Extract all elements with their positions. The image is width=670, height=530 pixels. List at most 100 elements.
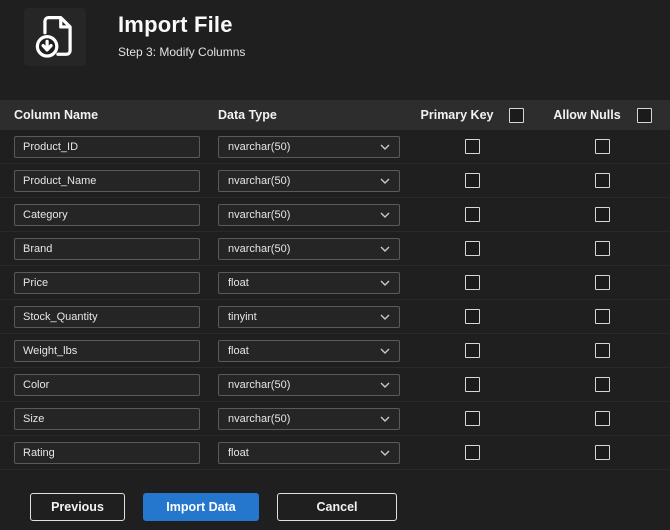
table-row: nvarchar(50) [0,232,670,266]
allow-nulls-checkbox[interactable] [595,343,610,358]
column-name-input[interactable] [14,237,200,260]
allow-nulls-header: Allow Nulls [535,107,670,123]
allow-nulls-checkbox[interactable] [595,207,610,222]
column-name-input[interactable] [14,203,200,226]
allow-nulls-select-all-checkbox[interactable] [636,107,652,123]
allow-nulls-checkbox[interactable] [595,445,610,460]
data-type-select[interactable]: float [218,441,400,464]
primary-key-cell [410,411,535,426]
data-type-selected-value: nvarchar(50) [228,378,291,391]
data-type-selected-value: nvarchar(50) [228,174,291,187]
chevron-down-icon [380,416,390,422]
data-type-cell: nvarchar(50) [205,407,410,430]
allow-nulls-checkbox[interactable] [595,241,610,256]
primary-key-checkbox[interactable] [465,139,480,154]
allow-nulls-cell [535,377,670,392]
chevron-down-icon [380,314,390,320]
data-type-cell: nvarchar(50) [205,135,410,158]
data-type-select[interactable]: float [218,339,400,362]
data-type-select[interactable]: nvarchar(50) [218,169,400,192]
page-header: Import File Step 3: Modify Columns [0,0,670,100]
allow-nulls-checkbox[interactable] [595,411,610,426]
column-name-input[interactable] [14,271,200,294]
data-type-selected-value: float [228,446,249,459]
column-name-input[interactable] [14,305,200,328]
allow-nulls-cell [535,139,670,154]
allow-nulls-checkbox[interactable] [595,309,610,324]
primary-key-checkbox[interactable] [465,275,480,290]
table-row: float [0,266,670,300]
import-file-icon [24,8,86,66]
chevron-down-icon [380,450,390,456]
primary-key-cell [410,343,535,358]
table-row: float [0,334,670,368]
data-type-cell: float [205,339,410,362]
column-name-input[interactable] [14,373,200,396]
primary-key-cell [410,275,535,290]
primary-key-checkbox[interactable] [465,241,480,256]
primary-key-header: Primary Key [410,107,535,123]
data-type-select[interactable]: nvarchar(50) [218,203,400,226]
data-type-select[interactable]: nvarchar(50) [218,407,400,430]
column-name-cell [0,373,205,396]
data-type-selected-value: tinyint [228,310,257,323]
data-type-select[interactable]: float [218,271,400,294]
column-name-input[interactable] [14,135,200,158]
data-type-select[interactable]: nvarchar(50) [218,237,400,260]
column-name-input[interactable] [14,339,200,362]
allow-nulls-checkbox[interactable] [595,173,610,188]
column-name-input[interactable] [14,441,200,464]
column-name-cell [0,237,205,260]
page-subtitle: Step 3: Modify Columns [118,45,246,59]
allow-nulls-checkbox[interactable] [595,139,610,154]
data-type-select[interactable]: nvarchar(50) [218,373,400,396]
chevron-down-icon [380,280,390,286]
title-block: Import File Step 3: Modify Columns [118,8,245,59]
column-name-cell [0,271,205,294]
data-type-selected-value: nvarchar(50) [228,140,291,153]
cancel-button[interactable]: Cancel [277,493,397,521]
allow-nulls-cell [535,445,670,460]
primary-key-checkbox[interactable] [465,377,480,392]
primary-key-checkbox[interactable] [465,411,480,426]
primary-key-cell [410,309,535,324]
primary-key-checkbox[interactable] [465,343,480,358]
primary-key-checkbox[interactable] [465,173,480,188]
table-row: float [0,436,670,470]
primary-key-cell [410,139,535,154]
data-type-cell: nvarchar(50) [205,237,410,260]
page-title: Import File [118,12,233,37]
column-name-input[interactable] [14,169,200,192]
data-type-selected-value: nvarchar(50) [228,208,291,221]
chevron-down-icon [380,178,390,184]
primary-key-checkbox[interactable] [465,207,480,222]
primary-key-checkbox[interactable] [465,309,480,324]
data-type-select[interactable]: tinyint [218,305,400,328]
allow-nulls-checkbox[interactable] [595,275,610,290]
import-data-button[interactable]: Import Data [143,493,259,521]
chevron-down-icon [380,382,390,388]
allow-nulls-cell [535,275,670,290]
primary-key-cell [410,445,535,460]
chevron-down-icon [380,144,390,150]
primary-key-select-all-checkbox[interactable] [509,107,525,123]
chevron-down-icon [380,246,390,252]
data-type-cell: nvarchar(50) [205,373,410,396]
footer-actions: Previous Import Data Cancel [0,493,670,521]
data-type-selected-value: float [228,276,249,289]
column-name-cell [0,135,205,158]
column-name-input[interactable] [14,407,200,430]
data-type-header: Data Type [218,108,277,122]
data-type-select[interactable]: nvarchar(50) [218,135,400,158]
allow-nulls-checkbox[interactable] [595,377,610,392]
primary-key-checkbox[interactable] [465,445,480,460]
data-type-selected-value: nvarchar(50) [228,412,291,425]
chevron-down-icon [380,212,390,218]
previous-button[interactable]: Previous [30,493,125,521]
primary-key-header-label: Primary Key [420,108,494,122]
allow-nulls-cell [535,309,670,324]
column-name-header: Column Name [14,108,99,122]
data-type-selected-value: float [228,344,249,357]
data-type-cell: float [205,441,410,464]
allow-nulls-cell [535,173,670,188]
